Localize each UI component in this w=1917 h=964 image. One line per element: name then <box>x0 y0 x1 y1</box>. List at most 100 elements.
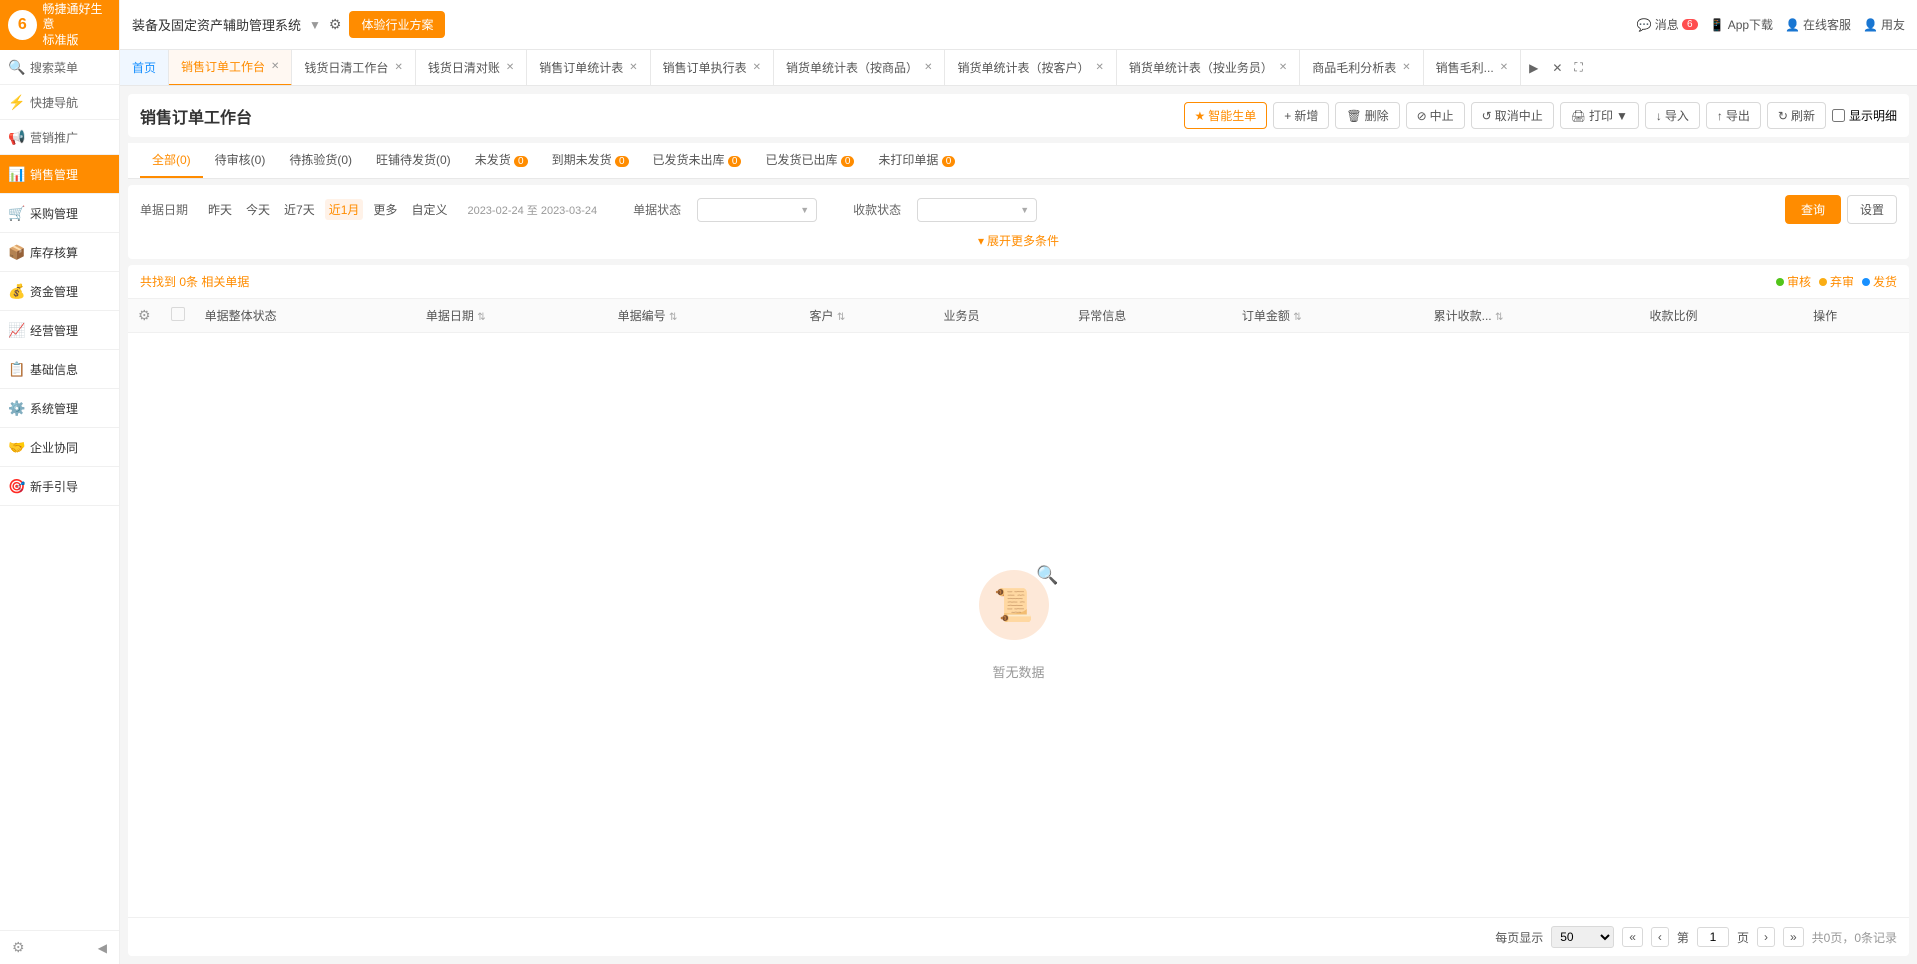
sidebar-item-inventory[interactable]: 📦 库存核算 <box>0 233 119 272</box>
first-page-button[interactable]: « <box>1622 927 1643 947</box>
status-select[interactable] <box>697 198 817 222</box>
tab-cash-reconcile[interactable]: 钱货日清对账 ✕ <box>416 50 527 86</box>
date-opt-1month[interactable]: 近1月 <box>325 199 364 220</box>
cancel-stop-button[interactable]: ↺ 取消中止 <box>1471 102 1554 129</box>
subtab-not-printed[interactable]: 未打印单据 0 <box>866 143 967 178</box>
tab-goods-margin-close[interactable]: ✕ <box>1402 62 1410 73</box>
subtab-not-shipped[interactable]: 未发货 0 <box>463 143 540 178</box>
th-date[interactable]: 单据日期 <box>416 299 608 333</box>
th-customer[interactable]: 客户 <box>799 299 933 333</box>
page-number-input[interactable] <box>1697 927 1729 947</box>
sidebar-item-search[interactable]: 🔍 搜索菜单 <box>0 50 119 85</box>
count-value: 0条 <box>179 275 198 289</box>
download-icon: 📱 <box>1710 18 1725 32</box>
per-page-select[interactable]: 50 20 100 <box>1551 926 1614 948</box>
prev-page-button[interactable]: ‹ <box>1651 927 1669 947</box>
sidebar-item-purchase[interactable]: 🛒 采购管理 <box>0 194 119 233</box>
subtab-not-shipped-label: 未发货 <box>475 153 511 167</box>
tab-goods-stats-cust-close[interactable]: ✕ <box>1095 62 1103 73</box>
discard-button[interactable]: 弃审 <box>1819 273 1854 290</box>
tab-goods-margin[interactable]: 商品毛利分析表 ✕ <box>1300 50 1423 86</box>
date-opt-more[interactable]: 更多 <box>369 199 401 220</box>
show-detail-toggle[interactable]: 显示明细 <box>1832 107 1897 124</box>
tab-pin-button[interactable]: ✕ <box>1546 61 1568 75</box>
sidebar-item-finance[interactable]: 💰 资金管理 <box>0 272 119 311</box>
date-opt-yesterday[interactable]: 昨天 <box>204 199 236 220</box>
sidebar-item-sales[interactable]: 📊 销售管理 <box>0 155 119 194</box>
date-opt-7days[interactable]: 近7天 <box>280 199 319 220</box>
refresh-button[interactable]: ↻ 刷新 <box>1767 102 1826 129</box>
export-button[interactable]: ↑ 导出 <box>1706 102 1761 129</box>
dropdown-arrow-icon[interactable]: ▼ <box>309 18 321 32</box>
payment-select[interactable] <box>917 198 1037 222</box>
sidebar-item-system[interactable]: ⚙️ 系统管理 <box>0 389 119 428</box>
collapse-icon[interactable]: ◀ <box>98 941 107 955</box>
subtab-shipped-out[interactable]: 已发货已出库 0 <box>753 143 866 178</box>
sidebar-item-quick[interactable]: ⚡ 快捷导航 <box>0 85 119 120</box>
topbar-settings-icon[interactable]: ⚙ <box>329 16 342 33</box>
tab-sales-order-close[interactable]: ✕ <box>271 61 279 72</box>
last-page-button[interactable]: » <box>1783 927 1804 947</box>
subtab-shipped-not-out[interactable]: 已发货未出库 0 <box>641 143 754 178</box>
show-detail-checkbox[interactable] <box>1832 109 1845 122</box>
sidebar-item-collab[interactable]: 🤝 企业协同 <box>0 428 119 467</box>
tab-goods-stats-staff[interactable]: 销货单统计表（按业务员） ✕ <box>1117 50 1300 86</box>
industry-solution-button[interactable]: 体验行业方案 <box>349 11 445 38</box>
sidebar-item-basic[interactable]: 📋 基础信息 <box>0 350 119 389</box>
query-button[interactable]: 查询 <box>1785 195 1841 224</box>
tab-sales-exec-close[interactable]: ✕ <box>753 62 761 73</box>
next-page-button[interactable]: › <box>1757 927 1775 947</box>
subtab-pending-receive[interactable]: 待拣验货(0) <box>277 143 364 178</box>
tab-sales-stats-close[interactable]: ✕ <box>629 62 637 73</box>
delete-button[interactable]: 🗑 删除 <box>1335 102 1399 129</box>
tab-home[interactable]: 首页 <box>120 50 169 86</box>
column-settings-icon[interactable]: ⚙ <box>138 307 151 323</box>
subtab-all[interactable]: 全部(0) <box>140 143 203 178</box>
date-opt-custom[interactable]: 自定义 <box>407 199 451 220</box>
shipped-not-out-badge: 0 <box>728 156 742 167</box>
add-button[interactable]: + 新增 <box>1273 102 1329 129</box>
subtab-expired-ship[interactable]: 到期未发货 0 <box>540 143 641 178</box>
th-number[interactable]: 单据编号 <box>608 299 800 333</box>
tab-sales-exec[interactable]: 销售订单执行表 ✕ <box>651 50 774 86</box>
tab-sales-more[interactable]: 销售毛利... ✕ <box>1424 50 1521 86</box>
table-head: ⚙ 单据整体状态 单据日期 单 <box>128 299 1909 333</box>
sidebar-item-promo[interactable]: 📢 营销推广 <box>0 120 119 155</box>
subtab-wangpu-ship[interactable]: 旺铺待发货(0) <box>364 143 463 178</box>
tab-goods-stats-prod[interactable]: 销货单统计表（按商品） ✕ <box>774 50 945 86</box>
audit-button[interactable]: 审核 <box>1776 273 1811 290</box>
tab-sales-stats[interactable]: 销售订单统计表 ✕ <box>527 50 650 86</box>
select-all-checkbox[interactable] <box>171 307 185 321</box>
tab-cash-daily[interactable]: 钱货日清工作台 ✕ <box>292 50 415 86</box>
cancel-stop-icon: ↺ <box>1482 109 1492 123</box>
page-title: 销售订单工作台 <box>140 104 252 128</box>
user-button[interactable]: 👤 用友 <box>1863 16 1905 33</box>
th-received[interactable]: 累计收款... <box>1424 299 1640 333</box>
import-button[interactable]: ↓ 导入 <box>1645 102 1700 129</box>
message-button[interactable]: 💬 消息 6 <box>1637 16 1698 33</box>
tab-sales-order[interactable]: 销售订单工作台 ✕ <box>169 50 292 86</box>
stop-button[interactable]: ⊘ 中止 <box>1406 102 1465 129</box>
tab-cash-reconcile-close[interactable]: ✕ <box>506 62 514 73</box>
smart-create-button[interactable]: ★ 智能生单 <box>1184 102 1268 129</box>
sidebar-item-operation[interactable]: 📈 经营管理 <box>0 311 119 350</box>
tab-goods-stats-staff-close[interactable]: ✕ <box>1279 62 1287 73</box>
filter-setting-button[interactable]: 设置 <box>1847 195 1897 224</box>
tab-cash-daily-close[interactable]: ✕ <box>394 62 402 73</box>
expand-more-button[interactable]: ▾ 展开更多条件 <box>978 232 1059 249</box>
print-button[interactable]: 🖨 打印 ▼ <box>1560 102 1639 129</box>
subtab-pending-review[interactable]: 待审核(0) <box>203 143 278 178</box>
th-amount[interactable]: 订单金额 <box>1232 299 1424 333</box>
tab-goods-stats-cust[interactable]: 销货单统计表（按客户） ✕ <box>945 50 1116 86</box>
date-opt-today[interactable]: 今天 <box>242 199 274 220</box>
ship-button[interactable]: 发货 <box>1862 273 1897 290</box>
online-service-button[interactable]: 👤 在线客服 <box>1785 16 1851 33</box>
sidebar-item-guide[interactable]: 🎯 新手引导 <box>0 467 119 506</box>
app-download-button[interactable]: 📱 App下载 <box>1710 16 1773 33</box>
table-ops: 审核 弃审 发货 <box>1776 273 1897 290</box>
tab-goods-stats-prod-close[interactable]: ✕ <box>924 62 932 73</box>
tab-expand-button[interactable]: ⛶ <box>1568 60 1588 75</box>
tab-sales-more-close[interactable]: ✕ <box>1500 62 1508 73</box>
settings-icon[interactable]: ⚙ <box>12 939 25 956</box>
tab-more-button[interactable]: ▶ <box>1521 61 1546 75</box>
